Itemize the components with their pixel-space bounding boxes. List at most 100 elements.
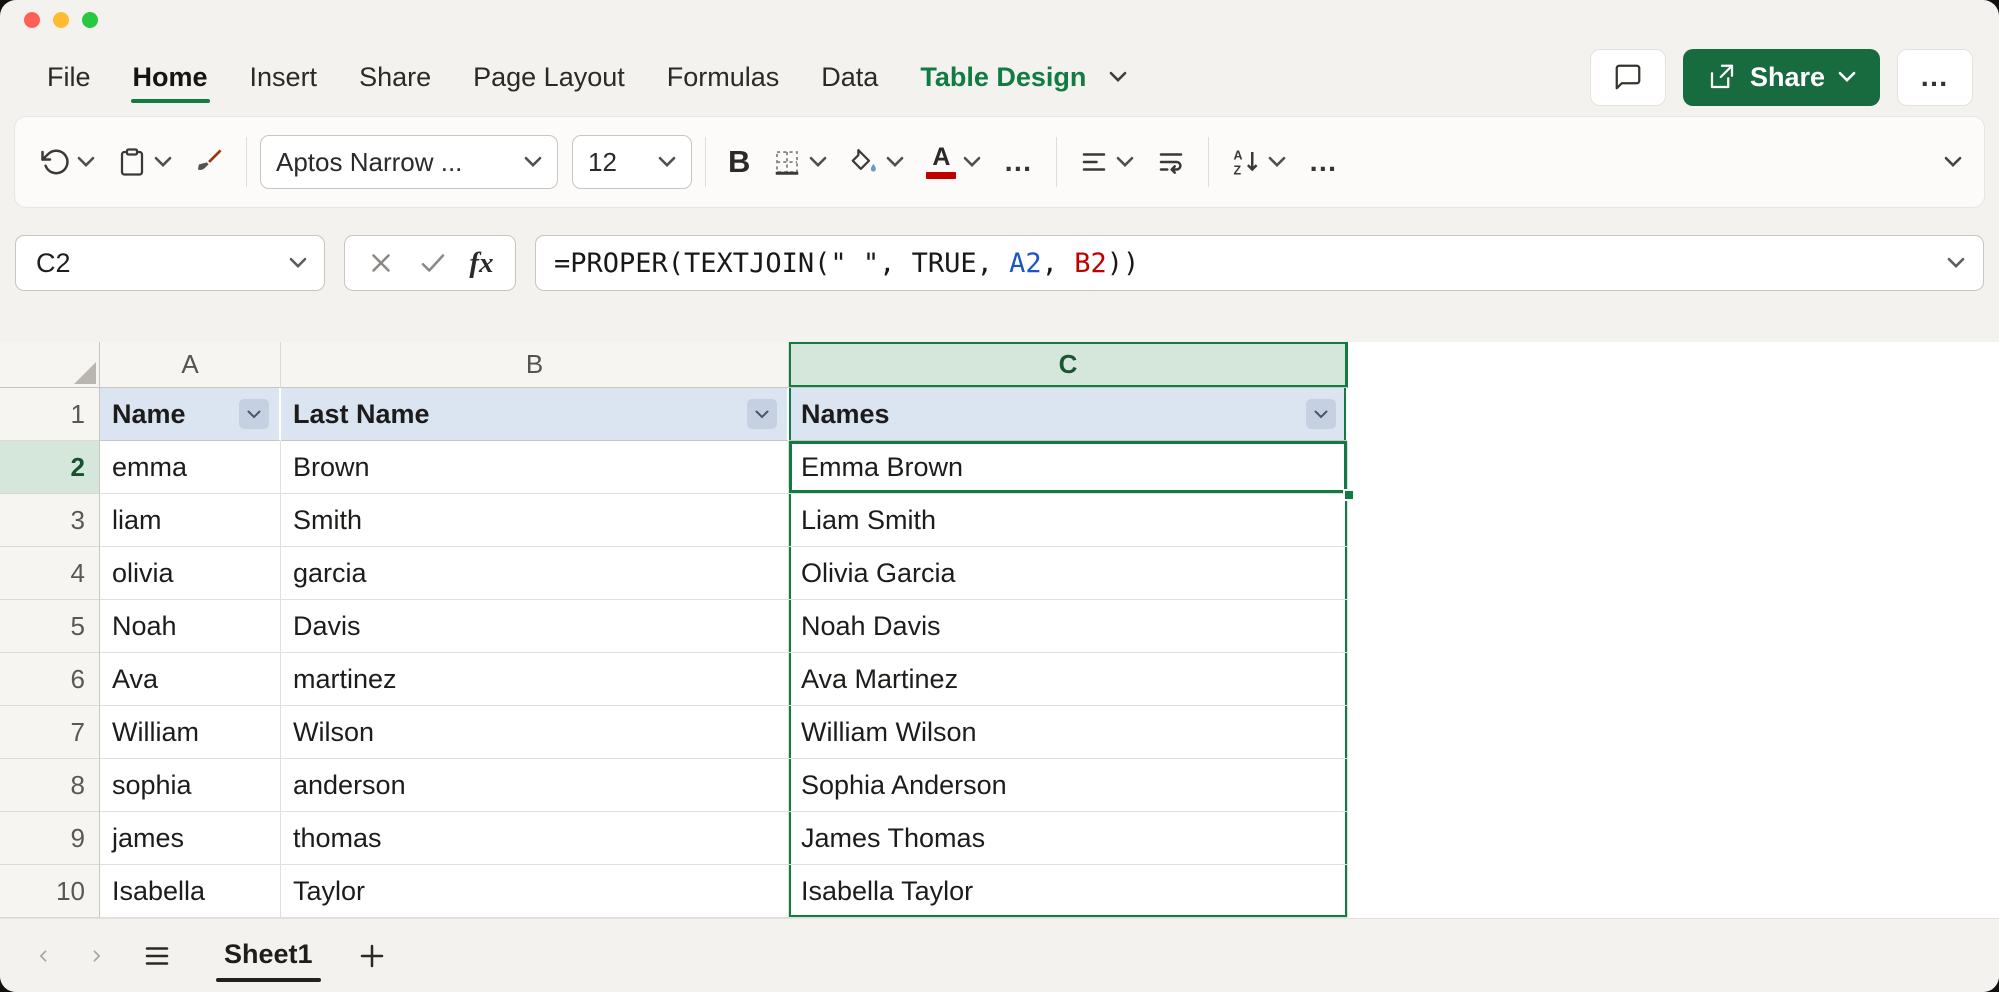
expand-formula-bar-chevron-icon[interactable]	[1947, 257, 1965, 269]
cell-c9[interactable]: James Thomas	[789, 812, 1348, 865]
borders-button[interactable]	[763, 139, 836, 185]
sheet-tab-sheet1[interactable]: Sheet1	[216, 929, 321, 982]
row-header-10[interactable]: 10	[0, 865, 100, 918]
cell-a10[interactable]: Isabella	[100, 865, 281, 918]
font-name-select[interactable]: Aptos Narrow ...	[260, 135, 558, 189]
collapse-ribbon-chevron-icon[interactable]	[1944, 156, 1962, 168]
tab-share[interactable]: Share	[338, 50, 452, 105]
cell-c1[interactable]: Names	[789, 388, 1348, 441]
cell-a5[interactable]: Noah	[100, 600, 281, 653]
row-header-8[interactable]: 8	[0, 759, 100, 812]
format-painter-button[interactable]	[185, 139, 233, 185]
row-header-1[interactable]: 1	[0, 388, 100, 441]
row-header-7[interactable]: 7	[0, 706, 100, 759]
previous-sheet-chevron-icon[interactable]	[34, 949, 52, 962]
comments-button[interactable]	[1589, 48, 1666, 106]
cell-b2[interactable]: Brown	[281, 441, 789, 494]
font-size-select[interactable]: 12	[572, 135, 692, 189]
font-color-button[interactable]: A	[917, 137, 990, 187]
toolbar-separator	[705, 137, 706, 187]
chevron-down-icon	[1838, 71, 1856, 83]
undo-button[interactable]	[31, 139, 104, 185]
paste-button[interactable]	[108, 139, 181, 185]
add-sheet-icon[interactable]	[357, 941, 387, 971]
row-header-3[interactable]: 3	[0, 494, 100, 547]
empty-grid-area	[1348, 706, 1999, 759]
column-header-b[interactable]: B	[281, 342, 789, 388]
row-header-6[interactable]: 6	[0, 653, 100, 706]
cell-a8[interactable]: sophia	[100, 759, 281, 812]
fill-handle[interactable]	[1343, 489, 1355, 501]
wrap-text-button[interactable]	[1147, 139, 1195, 185]
more-commands-button[interactable]: …	[1299, 148, 1348, 177]
confirm-entry-icon[interactable]	[418, 248, 448, 278]
next-sheet-chevron-icon[interactable]	[88, 949, 106, 962]
cell-a1[interactable]: Name	[100, 388, 281, 441]
cell-a6[interactable]: Ava	[100, 653, 281, 706]
tab-page-layout[interactable]: Page Layout	[452, 50, 646, 105]
cell-b7[interactable]: Wilson	[281, 706, 789, 759]
cell-c5[interactable]: Noah Davis	[789, 600, 1348, 653]
row-header-4[interactable]: 4	[0, 547, 100, 600]
tab-table-design[interactable]: Table Design	[899, 50, 1107, 105]
cell-b1[interactable]: Last Name	[281, 388, 789, 441]
filter-button[interactable]	[1306, 399, 1336, 429]
formula-bar-row: C2 fx =PROPER(TEXTJOIN(" ", TRUE, A2, B2…	[0, 224, 1999, 302]
alignment-button[interactable]	[1070, 139, 1143, 185]
bold-button[interactable]: B	[719, 136, 759, 188]
select-all-corner[interactable]	[0, 342, 100, 388]
insert-function-button[interactable]: fx	[469, 247, 493, 280]
tab-file[interactable]: File	[26, 50, 112, 105]
formula-input[interactable]: =PROPER(TEXTJOIN(" ", TRUE, A2, B2))	[535, 235, 1984, 291]
cell-b4[interactable]: garcia	[281, 547, 789, 600]
name-box[interactable]: C2	[15, 235, 325, 291]
cell-a7[interactable]: William	[100, 706, 281, 759]
close-window-button[interactable]	[24, 12, 40, 28]
ribbon-wrap: Aptos Narrow ... 12 B A … A Z …	[0, 114, 1999, 224]
cell-c2-active[interactable]: Emma Brown	[789, 441, 1355, 501]
cell-b10[interactable]: Taylor	[281, 865, 789, 918]
filter-button[interactable]	[239, 399, 269, 429]
font-size-value: 12	[588, 146, 617, 177]
tab-formulas[interactable]: Formulas	[646, 50, 801, 105]
active-sheet-underline	[216, 978, 321, 982]
cell-a2[interactable]: emma	[100, 441, 281, 494]
more-options-button[interactable]: …	[1897, 48, 1973, 106]
zoom-window-button[interactable]	[82, 12, 98, 28]
column-header-a[interactable]: A	[100, 342, 281, 388]
cell-c4[interactable]: Olivia Garcia	[789, 547, 1348, 600]
column-header-c[interactable]: C	[789, 342, 1348, 388]
minimize-window-button[interactable]	[53, 12, 69, 28]
row-header-2[interactable]: 2	[0, 441, 100, 494]
cell-a9[interactable]: james	[100, 812, 281, 865]
chevron-down-icon[interactable]	[1109, 71, 1127, 83]
fill-color-button[interactable]	[840, 139, 913, 185]
cell-c10[interactable]: Isabella Taylor	[789, 865, 1348, 918]
cell-b8[interactable]: anderson	[281, 759, 789, 812]
cell-a4[interactable]: olivia	[100, 547, 281, 600]
tab-data[interactable]: Data	[800, 50, 899, 105]
sort-filter-button[interactable]: AZ	[1222, 139, 1295, 185]
cancel-entry-icon[interactable]	[366, 248, 396, 278]
row-header-9[interactable]: 9	[0, 812, 100, 865]
table-header-label: Names	[801, 398, 890, 429]
cell-c6[interactable]: Ava Martinez	[789, 653, 1348, 706]
cell-b6[interactable]: martinez	[281, 653, 789, 706]
sheet-list-menu-icon[interactable]	[142, 941, 172, 971]
cell-b9[interactable]: thomas	[281, 812, 789, 865]
cell-c8[interactable]: Sophia Anderson	[789, 759, 1348, 812]
tab-insert[interactable]: Insert	[229, 50, 339, 105]
row-header-5[interactable]: 5	[0, 600, 100, 653]
cell-c3[interactable]: Liam Smith	[789, 494, 1348, 547]
borders-icon	[776, 151, 799, 175]
share-button[interactable]: Share	[1682, 48, 1880, 106]
cell-b5[interactable]: Davis	[281, 600, 789, 653]
empty-grid-area	[1348, 865, 1999, 918]
tab-home[interactable]: Home	[112, 50, 229, 105]
cell-c7[interactable]: William Wilson	[789, 706, 1348, 759]
filter-button[interactable]	[747, 399, 777, 429]
chevron-down-icon	[1314, 410, 1328, 418]
cell-b3[interactable]: Smith	[281, 494, 789, 547]
more-font-options-button[interactable]: …	[994, 148, 1043, 177]
cell-a3[interactable]: liam	[100, 494, 281, 547]
